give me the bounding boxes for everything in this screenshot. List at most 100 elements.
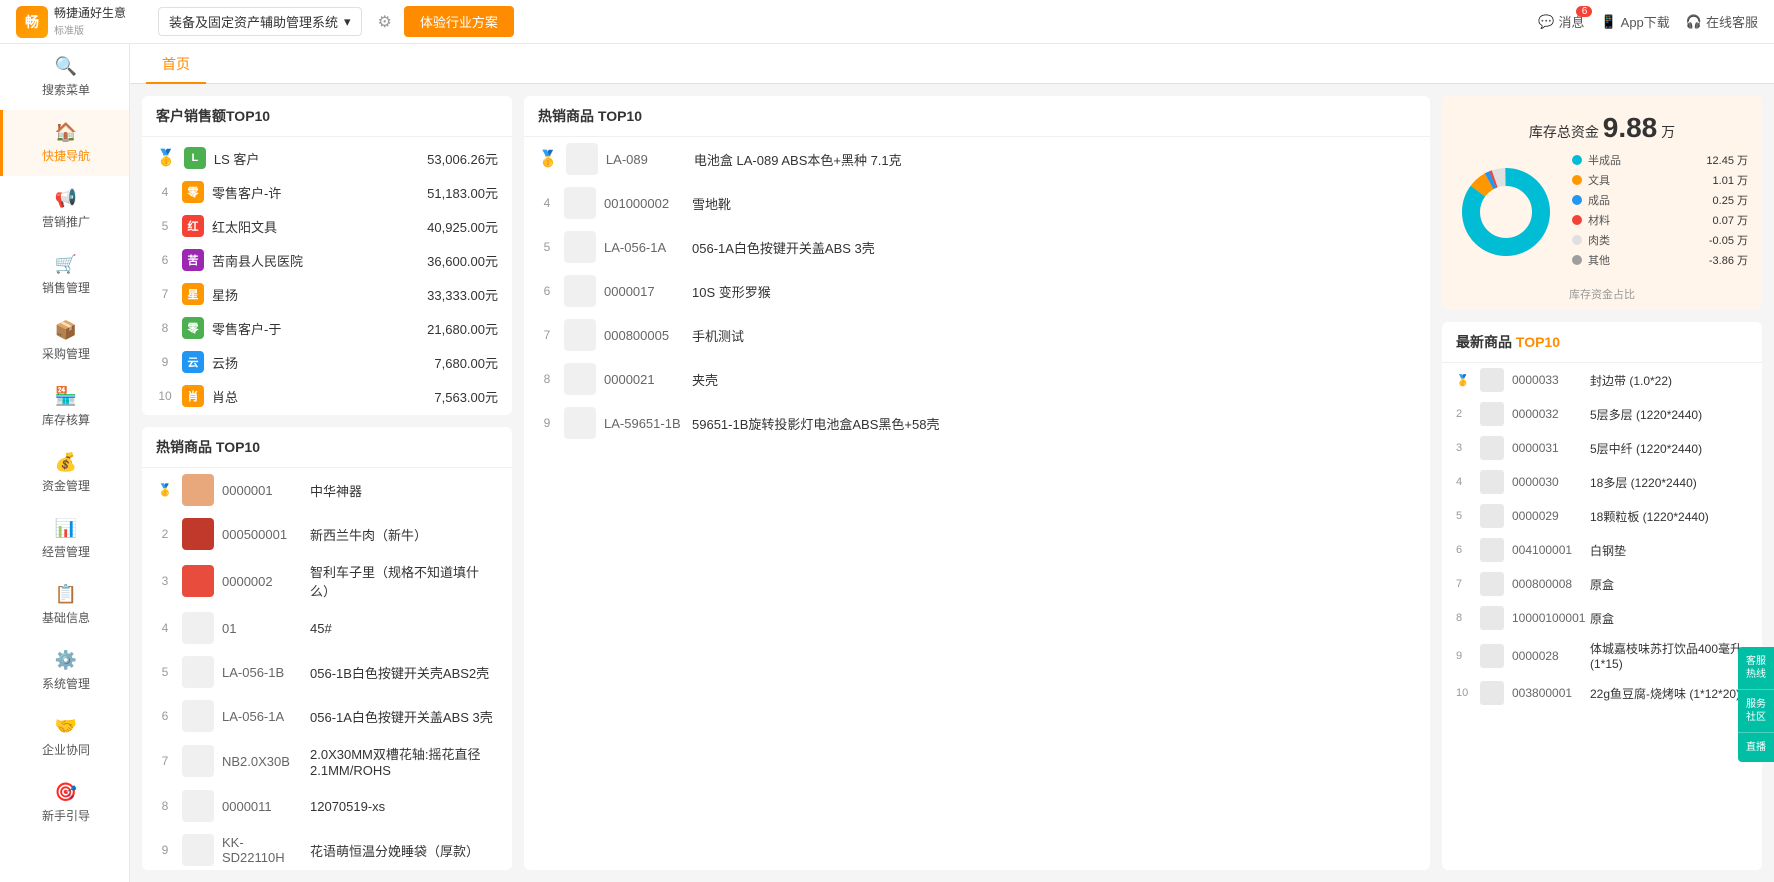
table-row[interactable]: 🥇 L LS 客户 53,006.26元 — [142, 141, 512, 175]
list-item[interactable]: 8 10000100001 原盒 — [1442, 601, 1762, 635]
sidebar-item-marketing[interactable]: 📢 营销推广 — [0, 176, 129, 242]
legend-item: 材料 0.07 万 — [1572, 212, 1748, 228]
sidebar-item-purchase[interactable]: 📦 采购管理 — [0, 308, 129, 374]
list-item[interactable]: 7 000800008 原盒 — [1442, 567, 1762, 601]
product-image — [182, 518, 214, 550]
table-row[interactable]: 6 苦 苦南县人民医院 36,600.00元 — [142, 243, 512, 277]
customer-amount: 21,680.00元 — [427, 319, 498, 338]
customer-amount: 53,006.26元 — [427, 149, 498, 168]
sidebar-item-inventory[interactable]: 🏪 库存核算 — [0, 374, 129, 440]
list-item[interactable]: 8 0000011 12070519-xs — [142, 784, 512, 828]
trial-button[interactable]: 体验行业方案 — [404, 6, 514, 37]
list-item[interactable]: 6 LA-056-1A 056-1A白色按键开关盖ABS 3壳 — [142, 694, 512, 738]
rank-num: 5 — [538, 240, 556, 254]
rank-num: 3 — [1456, 442, 1472, 454]
rank-num: 2 — [156, 527, 174, 541]
table-row[interactable]: 5 红 红太阳文具 40,925.00元 — [142, 209, 512, 243]
sidebar-item-operation[interactable]: 📊 经营管理 — [0, 506, 129, 572]
product-image — [564, 319, 596, 351]
online-service-btn[interactable]: 🎧 在线客服 — [1686, 12, 1758, 31]
list-item[interactable]: 3 0000031 5层中纤 (1220*2440) — [1442, 431, 1762, 465]
rank-num: 10 — [1456, 687, 1472, 699]
list-item[interactable]: 6 004100001 白钢垫 — [1442, 533, 1762, 567]
rank-num: 7 — [156, 287, 174, 301]
list-item[interactable]: 4 01 45# — [142, 606, 512, 650]
list-item[interactable]: 🥇 LA-089 电池盒 LA-089 ABS本色+黑种 7.1克 — [524, 137, 1430, 181]
message-icon: 💬 — [1538, 14, 1554, 30]
live-btn[interactable]: 直播 — [1738, 733, 1774, 762]
table-row[interactable]: 9 云 云扬 7,680.00元 — [142, 345, 512, 379]
product-name: 18颗粒板 (1220*2440) — [1590, 508, 1748, 525]
sidebar-item-basic[interactable]: 📋 基础信息 — [0, 572, 129, 638]
messages-btn[interactable]: 💬 消息 6 — [1538, 12, 1584, 31]
product-name: 59651-1B旋转投影灯电池盒ABS黑色+58壳 — [692, 414, 1416, 433]
float-buttons: 客服热线 服务社区 直播 — [1738, 647, 1774, 762]
product-code: KK-SD22110H — [222, 835, 302, 865]
sidebar-shortcut-label: 快捷导航 — [42, 147, 90, 164]
sidebar-item-search[interactable]: 🔍 搜索菜单 — [0, 44, 129, 110]
list-item[interactable]: 5 LA-056-1B 056-1B白色按键开关壳ABS2壳 — [142, 650, 512, 694]
legend-dot — [1572, 195, 1582, 205]
sidebar-item-enterprise[interactable]: 🤝 企业协同 — [0, 704, 129, 770]
customer-ranking-list: 🥇 L LS 客户 53,006.26元 4 零 零售客户-许 51,183.0… — [142, 137, 512, 415]
list-item[interactable]: 🥇 0000033 封边带 (1.0*22) — [1442, 363, 1762, 397]
list-item[interactable]: 3 0000002 智利车子里（规格不知道填什么） — [142, 556, 512, 606]
table-row[interactable]: 4 零 零售客户-许 51,183.00元 — [142, 175, 512, 209]
table-row[interactable]: 8 零 零售客户-于 21,680.00元 — [142, 311, 512, 345]
sidebar-item-shortcut[interactable]: 🏠 快捷导航 — [0, 110, 129, 176]
table-row[interactable]: 7 星 星扬 33,333.00元 — [142, 277, 512, 311]
settings-icon[interactable]: ⚙ — [378, 12, 392, 32]
customer-badge: 星 — [182, 283, 204, 305]
customer-amount: 7,563.00元 — [434, 387, 498, 406]
sidebar-sales-label: 销售管理 — [42, 279, 90, 296]
system-selector[interactable]: 装备及固定资产辅助管理系统 ▾ — [158, 7, 362, 36]
inventory-unit: 万 — [1661, 124, 1675, 140]
list-item[interactable]: 5 LA-056-1A 056-1A白色按键开关盖ABS 3壳 — [524, 225, 1430, 269]
sidebar-item-guide[interactable]: 🎯 新手引导 — [0, 770, 129, 836]
customer-ranking-header: 客户销售额TOP10 — [142, 96, 512, 137]
service-community-btn[interactable]: 服务社区 — [1738, 690, 1774, 733]
rank-num: 7 — [538, 328, 556, 342]
sidebar-item-sales[interactable]: 🛒 销售管理 — [0, 242, 129, 308]
list-item[interactable]: 7 000800005 手机测试 — [524, 313, 1430, 357]
list-item[interactable]: 10 003800001 22g鱼豆腐-烧烤味 (1*12*20) — [1442, 676, 1762, 710]
list-item[interactable]: 🥇 0000001 中华神器 — [142, 468, 512, 512]
list-item[interactable]: 9 LA-59651-1B 59651-1B旋转投影灯电池盒ABS黑色+58壳 — [524, 401, 1430, 445]
product-code: 0000002 — [222, 574, 302, 589]
hot-products-list: 🥇 0000001 中华神器 2 000500001 新西兰牛肉（新牛） — [142, 468, 512, 870]
product-name: 封边带 (1.0*22) — [1590, 372, 1748, 389]
list-item[interactable]: 4 0000030 18多层 (1220*2440) — [1442, 465, 1762, 499]
brand-sub: 标准版 — [54, 22, 126, 37]
list-item[interactable]: 9 KK-SD22110H 花语萌恒温分娩睡袋（厚款） — [142, 828, 512, 870]
tab-home[interactable]: 首页 — [146, 46, 206, 84]
list-item[interactable]: 5 0000029 18颗粒板 (1220*2440) — [1442, 499, 1762, 533]
legend-item: 肉类 -0.05 万 — [1572, 232, 1748, 248]
list-item[interactable]: 7 NB2.0X30B 2.0X30MM双槽花轴:摇花直径2.1MM/ROHS — [142, 738, 512, 784]
list-item[interactable]: 6 0000017 10S 变形罗猴 — [524, 269, 1430, 313]
table-row[interactable]: 10 肖 肖总 7,563.00元 — [142, 379, 512, 413]
sidebar-item-finance[interactable]: 💰 资金管理 — [0, 440, 129, 506]
product-name: 18多层 (1220*2440) — [1590, 474, 1748, 491]
customer-amount: 51,183.00元 — [427, 183, 498, 202]
customer-badge: 肖 — [182, 385, 204, 407]
product-code: 000800005 — [604, 328, 684, 343]
inventory-card: 库存总资金 9.88 万 — [1442, 96, 1762, 310]
rank-num: 6 — [1456, 544, 1472, 556]
list-item[interactable]: 2 0000032 5层多层 (1220*2440) — [1442, 397, 1762, 431]
messages-badge: 6 — [1576, 6, 1592, 17]
product-code: 0000031 — [1512, 441, 1582, 455]
middle-column: 热销商品 TOP10 🥇 LA-089 电池盒 LA-089 ABS本色+黑种 … — [524, 96, 1430, 870]
legend-item: 半成品 12.45 万 — [1572, 152, 1748, 168]
legend-item: 其他 -3.86 万 — [1572, 252, 1748, 268]
app-download-btn[interactable]: 📱 App下载 — [1600, 12, 1669, 31]
sidebar-item-system[interactable]: ⚙️ 系统管理 — [0, 638, 129, 704]
list-item[interactable]: 8 0000021 夹壳 — [524, 357, 1430, 401]
left-column: 客户销售额TOP10 🥇 L LS 客户 53,006.26元 4 零 零售客户 — [142, 96, 512, 870]
rank-num: 9 — [538, 416, 556, 430]
customer-service-btn[interactable]: 客服热线 — [1738, 647, 1774, 690]
list-item[interactable]: 9 0000028 体城嘉枝味苏打饮品400毫升 (1*15) — [1442, 635, 1762, 676]
product-name: 2.0X30MM双槽花轴:摇花直径2.1MM/ROHS — [310, 744, 498, 778]
list-item[interactable]: 4 001000002 雪地靴 — [524, 181, 1430, 225]
list-item[interactable]: 2 000500001 新西兰牛肉（新牛） — [142, 512, 512, 556]
customer-name: 零售客户-于 — [212, 319, 419, 338]
